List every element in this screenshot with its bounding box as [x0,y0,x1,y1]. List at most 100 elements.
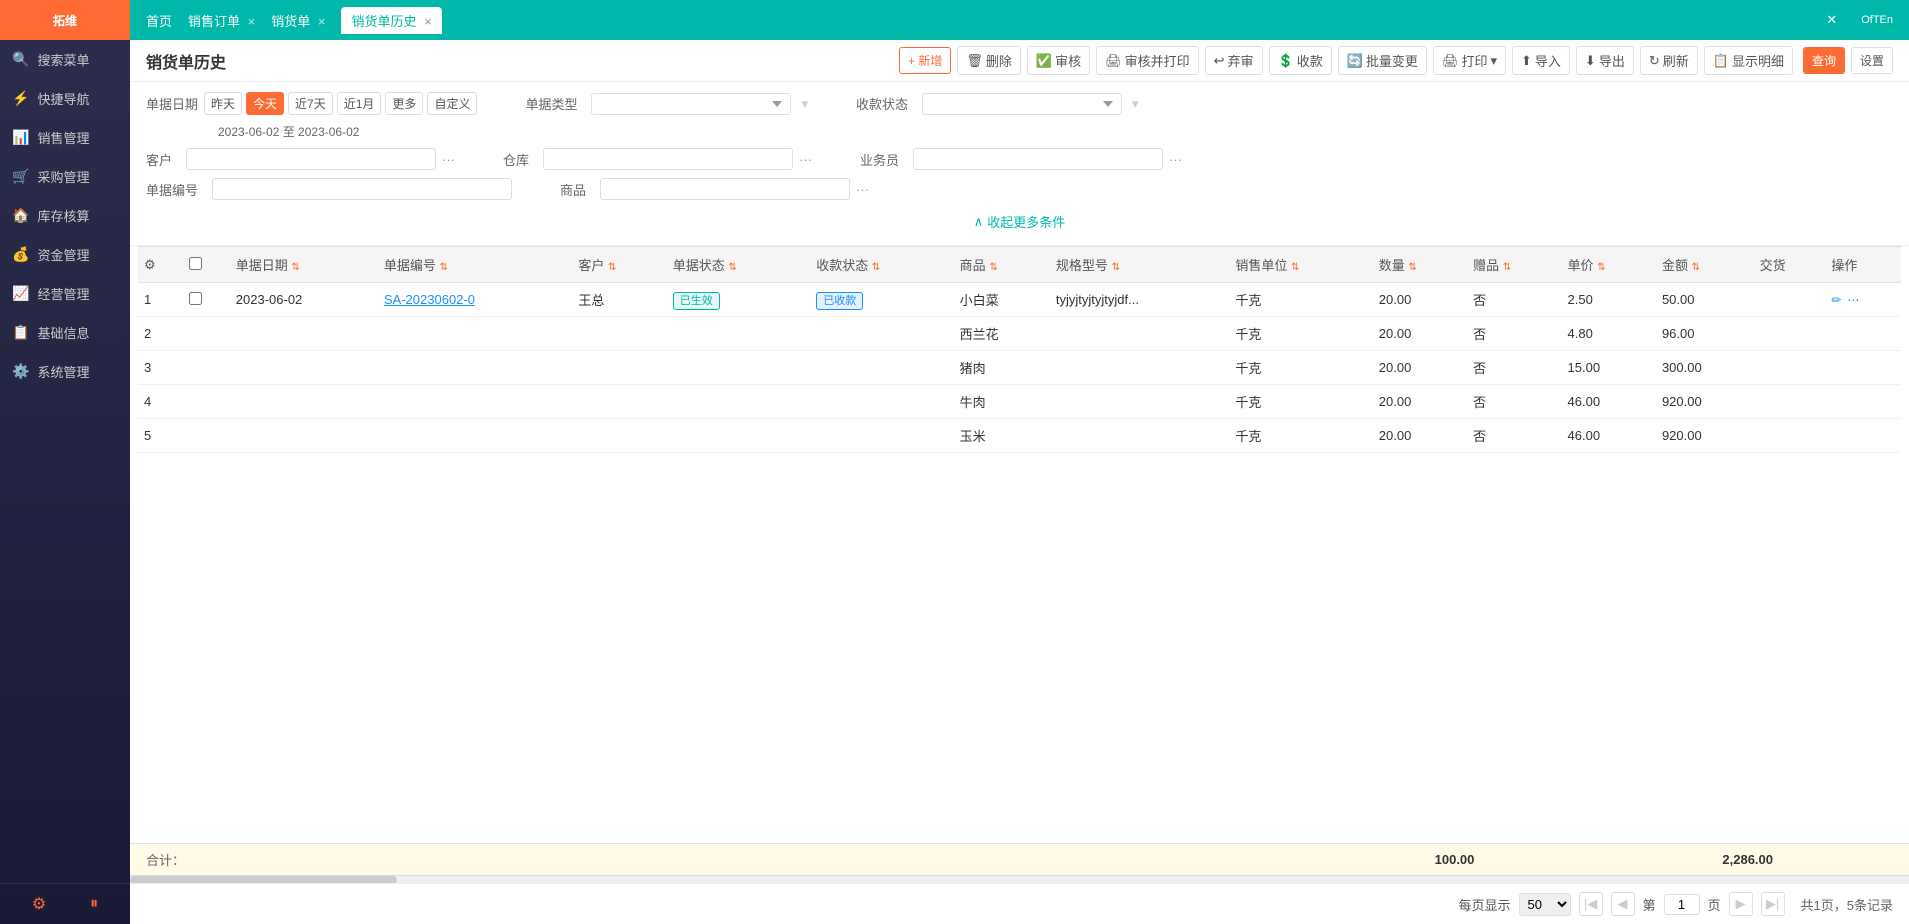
tab-sales-order[interactable]: 销售订单 × [188,11,255,30]
row1-date: 2023-06-02 [230,283,378,317]
page-num-input[interactable] [1664,894,1700,915]
next-page-btn[interactable]: ▶ [1729,892,1753,916]
date-btn-more[interactable]: 更多 [385,92,423,115]
row4-gift: 否 [1467,385,1561,419]
sidebar-bottom-pause[interactable]: ⏸ [90,895,98,913]
col-amount[interactable]: 金额 ⇅ [1656,247,1754,283]
col-gift[interactable]: 赠品 ⇅ [1467,247,1561,283]
row4-date [230,385,378,419]
per-page-label: 每页显示 [1458,895,1510,914]
import-button[interactable]: ⬆ 导入 [1512,46,1570,75]
row4-amount: 920.00 [1656,385,1754,419]
date-btn-7days[interactable]: 近7天 [288,92,333,115]
col-spec[interactable]: 规格型号 ⇅ [1050,247,1229,283]
tab-sales-history[interactable]: 销货单历史 × [341,7,441,34]
col-checkbox[interactable] [183,247,230,283]
product-input[interactable] [600,178,850,200]
qty-sort-icon: ⇅ [1408,262,1416,273]
sales-icon: 📊 [12,129,29,146]
row1-amount: 50.00 [1656,283,1754,317]
window-close-btn[interactable]: ✕ [1826,12,1837,28]
date-btn-yesterday[interactable]: 昨天 [204,92,242,115]
row1-checkbox[interactable] [183,283,230,317]
col-payment-status[interactable]: 收款状态 ⇅ [810,247,953,283]
row5-date [230,419,378,453]
col-payment-status-label: 收款状态 [816,258,868,273]
col-product[interactable]: 商品 ⇅ [954,247,1050,283]
total-label: 合计： [146,850,185,869]
select-all-checkbox[interactable] [189,257,202,270]
refresh-button[interactable]: ↻ 刷新 [1640,46,1698,75]
prev-page-btn[interactable]: ◀ [1611,892,1635,916]
row1-more-btn[interactable]: ⋯ [1847,293,1859,307]
abandon-button[interactable]: ↩ 弃审 [1205,46,1263,75]
sidebar-item-purchase[interactable]: 🛒 采购管理 [0,157,130,196]
sidebar-bottom-gear[interactable]: ⚙ [32,894,46,914]
delete-button[interactable]: 🗑 删除 [957,46,1021,75]
query-button[interactable]: 查询 [1803,47,1845,74]
col-settings[interactable]: ⚙ [138,247,183,283]
audit-print-button[interactable]: 🖨 审核并打印 [1096,46,1199,75]
export-button[interactable]: ⬇ 导出 [1576,46,1634,75]
collect-button[interactable]: 💲 收款 [1269,46,1332,75]
doc-no-input[interactable] [212,178,512,200]
per-page-select[interactable]: 50 100 200 [1519,893,1571,916]
doc-type-select[interactable] [591,93,791,115]
col-date[interactable]: 单据日期 ⇅ [230,247,378,283]
tab-home[interactable]: 首页 [146,11,172,30]
audit-button[interactable]: ✅ 审核 [1027,46,1090,75]
sidebar-item-quick-nav[interactable]: ⚡ 快捷导航 [0,79,130,118]
tab-sales-order-close[interactable]: × [248,14,256,29]
sidebar-item-search[interactable]: 🔍 搜索菜单 [0,40,130,79]
salesperson-dots[interactable]: ··· [1169,152,1182,167]
col-qty[interactable]: 数量 ⇅ [1373,247,1467,283]
row1-unit: 千克 [1229,283,1372,317]
print-button[interactable]: 🖨 打印 ▾ [1433,46,1506,75]
basic-icon: 📋 [12,324,29,341]
tab-sales-delivery-close[interactable]: × [318,14,326,29]
warehouse-dots[interactable]: ··· [799,152,812,167]
salesperson-input[interactable] [913,148,1163,170]
display-detail-button[interactable]: 📋 显示明细 [1704,46,1793,75]
row1-doc-no[interactable]: SA-20230602-0 [378,283,572,317]
page-label: 第 [1643,895,1656,914]
sidebar-item-sales[interactable]: 📊 销售管理 [0,118,130,157]
row2-unit: 千克 [1229,317,1372,351]
sidebar-item-basic[interactable]: 📋 基础信息 [0,313,130,352]
first-page-btn[interactable]: |◀ [1579,892,1603,916]
row1-edit-btn[interactable]: ✏ [1831,293,1841,307]
tab-sales-delivery[interactable]: 销货单 × [271,11,325,30]
row1-select[interactable] [189,292,202,305]
product-dots[interactable]: ··· [856,182,869,197]
scroll-bar[interactable] [130,875,1909,883]
row1-payment-status: 已收款 [810,283,953,317]
date-btn-today[interactable]: 今天 [246,92,284,115]
settings-button[interactable]: 设置 [1851,47,1893,74]
tab-sales-history-close[interactable]: × [424,14,432,29]
sidebar-item-inventory[interactable]: 🏠 库存核算 [0,196,130,235]
batch-change-button[interactable]: 🔄 批量变更 [1338,46,1427,75]
last-page-btn[interactable]: ▶| [1761,892,1785,916]
sidebar-item-finance[interactable]: 💰 资金管理 [0,235,130,274]
col-doc-no-label: 单据编号 [384,258,436,273]
filter-date: 单据日期 昨天 今天 近7天 近1月 更多 自定义 [146,92,477,115]
row2-payment-status [810,317,953,351]
sidebar-item-system[interactable]: ⚙️ 系统管理 [0,352,130,391]
sidebar-item-operations[interactable]: 📈 经营管理 [0,274,130,313]
gift-sort-icon: ⇅ [1503,262,1511,273]
payment-status-select[interactable] [922,93,1122,115]
new-button[interactable]: + 新增 [899,47,951,74]
col-customer[interactable]: 客户 ⇅ [572,247,666,283]
row2-actions [1825,317,1901,351]
col-unit[interactable]: 销售单位 ⇅ [1229,247,1372,283]
customer-dots[interactable]: ··· [442,152,455,167]
date-btn-1month[interactable]: 近1月 [337,92,382,115]
warehouse-input[interactable] [543,148,793,170]
row1-customer: 王总 [572,283,666,317]
col-unit-price[interactable]: 单价 ⇅ [1562,247,1656,283]
customer-input[interactable] [186,148,436,170]
collapse-btn[interactable]: ∧ 收起更多条件 [966,208,1074,235]
date-btn-custom[interactable]: 自定义 [427,92,477,115]
col-doc-status[interactable]: 单据状态 ⇅ [667,247,810,283]
col-doc-no[interactable]: 单据编号 ⇅ [378,247,572,283]
